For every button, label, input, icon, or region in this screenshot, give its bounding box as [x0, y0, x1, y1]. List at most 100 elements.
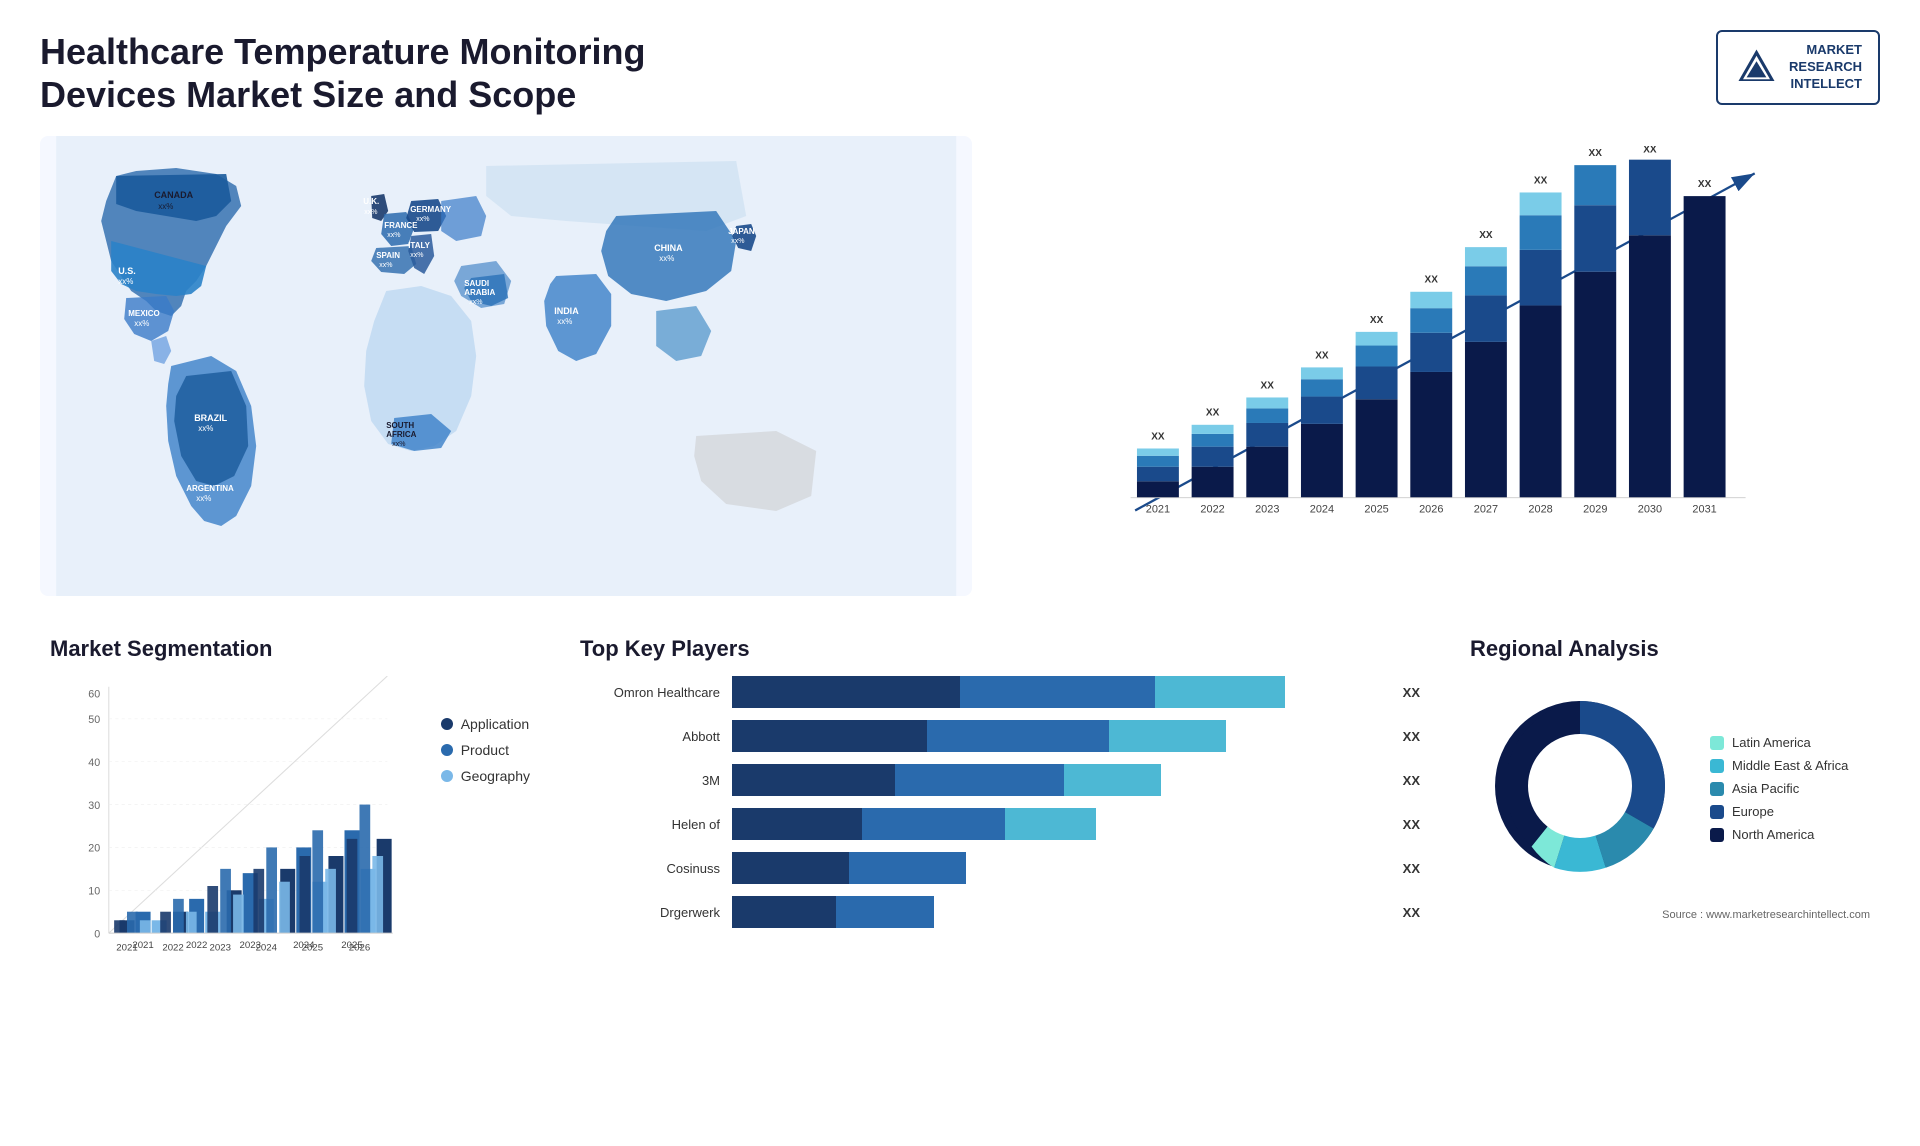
player-row: Omron Healthcare XX	[580, 676, 1420, 708]
svg-text:XX: XX	[1698, 179, 1712, 190]
svg-text:xx%: xx%	[392, 441, 405, 448]
segmentation-title: Market Segmentation	[50, 636, 530, 662]
svg-text:xx%: xx%	[416, 216, 429, 223]
bar-seg2	[895, 764, 1064, 796]
player-value: XX	[1403, 905, 1420, 920]
svg-text:XX: XX	[1644, 146, 1658, 155]
svg-text:ARABIA: ARABIA	[464, 288, 495, 297]
growth-chart: XX XX XX XX	[1002, 136, 1880, 596]
bar-seg2	[960, 676, 1155, 708]
regional-title: Regional Analysis	[1470, 636, 1870, 662]
svg-text:xx%: xx%	[118, 277, 133, 286]
svg-text:ITALY: ITALY	[408, 241, 430, 250]
application-label: Application	[461, 716, 530, 732]
svg-text:60: 60	[88, 689, 100, 701]
seg-chart-svg: 0 10 20 30 40 50 60 2021	[50, 676, 425, 976]
bar-seg1	[732, 720, 927, 752]
svg-text:2026: 2026	[349, 943, 370, 954]
player-name: Omron Healthcare	[580, 685, 720, 700]
player-bar	[732, 852, 1383, 884]
latin-america-label: Latin America	[1732, 735, 1811, 750]
bar-seg3	[1155, 676, 1285, 708]
asia-pacific-label: Asia Pacific	[1732, 781, 1799, 796]
svg-text:2025: 2025	[302, 943, 323, 954]
geography-dot	[441, 770, 453, 782]
segmentation-content: 0 10 20 30 40 50 60 2021	[50, 676, 530, 976]
segmentation-legend: Application Product Geography	[441, 676, 530, 784]
europe-label: Europe	[1732, 804, 1774, 819]
segmentation-section: Market Segmentation 0 10 20 3	[40, 626, 540, 1006]
player-value: XX	[1403, 729, 1420, 744]
svg-text:2026: 2026	[1419, 504, 1443, 516]
player-bar	[732, 896, 1383, 928]
svg-text:SPAIN: SPAIN	[376, 251, 400, 260]
bottom-row: Market Segmentation 0 10 20 3	[40, 626, 1880, 1006]
svg-text:BRAZIL: BRAZIL	[194, 413, 227, 423]
logo-text: MARKET RESEARCH INTELLECT	[1789, 42, 1862, 93]
svg-text:XX: XX	[1589, 148, 1603, 159]
svg-text:2022: 2022	[186, 941, 207, 952]
legend-geography: Geography	[441, 768, 530, 784]
players-section: Top Key Players Omron Healthcare XX Abbo…	[560, 626, 1440, 1006]
geography-label: Geography	[461, 768, 530, 784]
bar-seg1	[732, 852, 849, 884]
svg-text:XX: XX	[1316, 351, 1330, 362]
application-dot	[441, 718, 453, 730]
svg-text:0: 0	[94, 929, 100, 941]
bar-seg1	[732, 676, 960, 708]
player-name: Abbott	[580, 729, 720, 744]
donut-container: Latin America Middle East & Africa Asia …	[1470, 676, 1870, 901]
svg-text:xx%: xx%	[557, 317, 572, 326]
svg-text:xx%: xx%	[379, 262, 392, 269]
svg-text:xx%: xx%	[410, 252, 423, 259]
svg-text:2023: 2023	[1255, 504, 1279, 516]
player-value: XX	[1403, 817, 1420, 832]
svg-text:xx%: xx%	[469, 299, 482, 306]
mea-dot	[1710, 759, 1724, 773]
svg-text:AFRICA: AFRICA	[386, 430, 416, 439]
page-title: Healthcare Temperature Monitoring Device…	[40, 30, 790, 116]
player-bar	[732, 764, 1383, 796]
svg-text:2030: 2030	[1638, 504, 1662, 516]
bar-seg3	[1005, 808, 1096, 840]
svg-text:2021: 2021	[1146, 504, 1170, 516]
svg-text:U.K.: U.K.	[363, 197, 379, 206]
top-row: CANADA xx% U.S. xx% MEXICO xx% BRAZIL xx…	[40, 136, 1880, 596]
logo-icon	[1734, 45, 1779, 90]
player-bar	[732, 720, 1383, 752]
player-row: 3M XX	[580, 764, 1420, 796]
bar-seg3	[1109, 720, 1226, 752]
bar-seg2	[836, 896, 934, 928]
legend-product: Product	[441, 742, 530, 758]
player-row: Cosinuss XX	[580, 852, 1420, 884]
svg-text:XX: XX	[1370, 315, 1384, 326]
svg-text:2029: 2029	[1583, 504, 1607, 516]
svg-text:20: 20	[88, 843, 100, 855]
svg-text:XX: XX	[1206, 408, 1220, 419]
svg-text:40: 40	[88, 757, 100, 769]
svg-text:xx%: xx%	[196, 494, 211, 503]
svg-text:2025: 2025	[1365, 504, 1389, 516]
map-svg: CANADA xx% U.S. xx% MEXICO xx% BRAZIL xx…	[40, 136, 972, 596]
north-america-dot	[1710, 828, 1724, 842]
player-value: XX	[1403, 773, 1420, 788]
svg-text:SOUTH: SOUTH	[386, 421, 414, 430]
donut-svg	[1470, 676, 1690, 896]
player-row: Helen of XX	[580, 808, 1420, 840]
svg-text:2024: 2024	[1310, 504, 1334, 516]
svg-text:2023: 2023	[210, 943, 231, 954]
regional-legend: Latin America Middle East & Africa Asia …	[1710, 735, 1848, 842]
svg-text:xx%: xx%	[387, 232, 400, 239]
svg-text:CHINA: CHINA	[654, 243, 683, 253]
svg-text:XX: XX	[1480, 230, 1494, 241]
segmentation-chart: 0 10 20 30 40 50 60 2021	[50, 676, 425, 976]
player-name: Helen of	[580, 817, 720, 832]
bar-seg2	[849, 852, 966, 884]
svg-text:2022: 2022	[1201, 504, 1225, 516]
svg-text:2024: 2024	[256, 943, 278, 954]
svg-text:XX: XX	[1261, 381, 1275, 392]
svg-text:10: 10	[88, 886, 100, 898]
legend-europe: Europe	[1710, 804, 1848, 819]
svg-text:2028: 2028	[1529, 504, 1553, 516]
legend-latin-america: Latin America	[1710, 735, 1848, 750]
